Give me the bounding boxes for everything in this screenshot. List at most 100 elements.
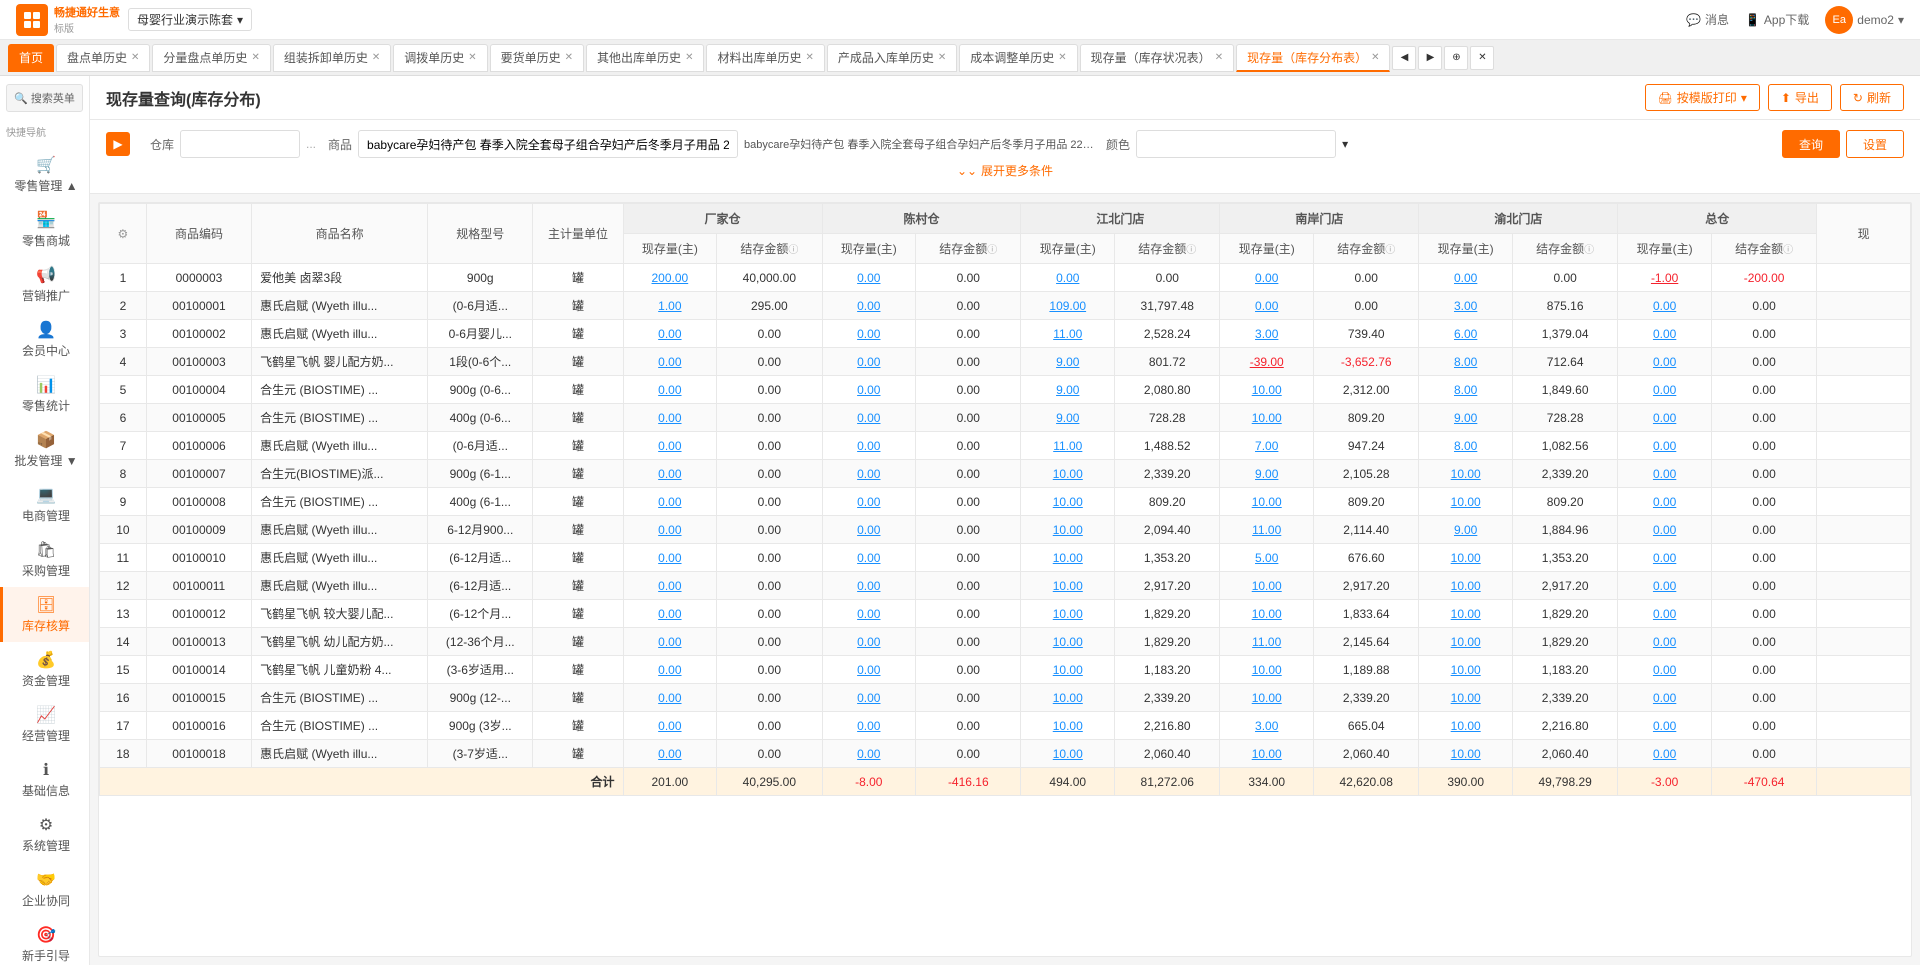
product-input[interactable] bbox=[358, 130, 738, 158]
tab-partial-check[interactable]: 分量盘点单历史 ✕ bbox=[152, 44, 270, 72]
tab-inventory-check[interactable]: 盘点单历史 ✕ bbox=[56, 44, 150, 72]
color-input[interactable] bbox=[1136, 130, 1336, 158]
tab-material-out[interactable]: 材料出库单历史 ✕ bbox=[706, 44, 824, 72]
setting-button[interactable]: 设置 bbox=[1846, 130, 1904, 158]
tab-close-all-button[interactable]: ✕ bbox=[1470, 46, 1494, 70]
name-cell: 合生元 (BIOSTIME) ... bbox=[252, 712, 428, 740]
sidebar-item-basics[interactable]: ℹ 基础信息 bbox=[0, 752, 89, 807]
na-stock-cell: -39.00 bbox=[1220, 348, 1314, 376]
s-stock-cell: 0.00 bbox=[822, 348, 916, 376]
print-button[interactable]: 🖨 按模版打印 ▾ bbox=[1645, 84, 1760, 111]
tab-prev-button[interactable]: ◀ bbox=[1392, 46, 1416, 70]
code-cell: 00100006 bbox=[146, 432, 251, 460]
color-filter: 颜色 ▾ bbox=[1106, 130, 1348, 158]
sidebar-item-ecommerce[interactable]: 💻 电商管理 bbox=[0, 477, 89, 532]
topbar-right: 💬 消息 📱 App下载 Ea demo2 ▾ bbox=[1686, 6, 1904, 34]
f-amount-cell: 295.00 bbox=[717, 292, 822, 320]
na-stock-cell: 0.00 bbox=[1220, 292, 1314, 320]
name-cell: 惠氏启赋 (Wyeth illu... bbox=[252, 320, 428, 348]
warehouse-input[interactable] bbox=[180, 130, 300, 158]
retail-icon: 🛒 bbox=[3, 155, 89, 175]
yb-stock-cell: 10.00 bbox=[1419, 600, 1513, 628]
s-amount-cell: 0.00 bbox=[916, 432, 1021, 460]
tab-next-button[interactable]: ▶ bbox=[1418, 46, 1442, 70]
tab-close-icon[interactable]: ✕ bbox=[468, 52, 476, 63]
query-button[interactable]: 查询 bbox=[1782, 130, 1840, 158]
tab-assembly[interactable]: 组装拆卸单历史 ✕ bbox=[273, 44, 391, 72]
tab-close-icon[interactable]: ✕ bbox=[1371, 52, 1379, 63]
tab-close-icon[interactable]: ✕ bbox=[565, 52, 573, 63]
refresh-button[interactable]: ↻ 刷新 bbox=[1840, 84, 1904, 111]
summary-t-amount: -470.64 bbox=[1711, 768, 1816, 796]
table-row: 1 0000003 爱他美 卤翠3段 900g 罐 200.00 40,000.… bbox=[100, 264, 1911, 292]
tab-stock-distribution[interactable]: 现存量（库存分布表） ✕ bbox=[1236, 44, 1390, 72]
user-menu[interactable]: Ea demo2 ▾ bbox=[1825, 6, 1904, 34]
tab-cost-adjust[interactable]: 成本调整单历史 ✕ bbox=[959, 44, 1077, 72]
tab-close-icon[interactable]: ✕ bbox=[1058, 52, 1066, 63]
settings-icon[interactable]: ⚙ bbox=[118, 227, 129, 241]
sidebar-item-retail-stats[interactable]: 📊 零售统计 bbox=[0, 367, 89, 422]
tab-stock-status[interactable]: 现存量（库存状况表） ✕ bbox=[1080, 44, 1234, 72]
message-button[interactable]: 💬 消息 bbox=[1686, 11, 1729, 28]
tab-requisition[interactable]: 要货单历史 ✕ bbox=[490, 44, 584, 72]
sidebar-item-operations[interactable]: 📈 经营管理 bbox=[0, 697, 89, 752]
tab-close-icon[interactable]: ✕ bbox=[251, 52, 259, 63]
info-icon: ⓘ bbox=[1385, 245, 1395, 256]
sidebar-item-purchase[interactable]: 🛍 采购管理 bbox=[0, 532, 89, 587]
seq-cell: 1 bbox=[100, 264, 147, 292]
seq-cell: 16 bbox=[100, 684, 147, 712]
search-button[interactable]: 🔍 搜索英单 bbox=[6, 84, 83, 112]
f-stock-cell: 0.00 bbox=[623, 460, 717, 488]
tab-home[interactable]: 首页 bbox=[8, 44, 54, 72]
tab-more-button[interactable]: ⊕ bbox=[1444, 46, 1468, 70]
avatar: Ea bbox=[1825, 6, 1853, 34]
s-amount-cell: 0.00 bbox=[916, 628, 1021, 656]
sidebar-item-retail[interactable]: 🛒 零售管理 ▲ bbox=[0, 147, 89, 202]
sidebar-item-wholesale[interactable]: 📦 批发管理 ▼ bbox=[0, 422, 89, 477]
code-cell: 00100005 bbox=[146, 404, 251, 432]
filter-expand-btn[interactable]: ▶ bbox=[106, 132, 130, 156]
code-cell: 00100004 bbox=[146, 376, 251, 404]
tab-transfer[interactable]: 调拨单历史 ✕ bbox=[393, 44, 487, 72]
table-row: 18 00100018 惠氏启赋 (Wyeth illu... (3-7岁适..… bbox=[100, 740, 1911, 768]
th-yb-amount: 结存金额ⓘ bbox=[1512, 234, 1617, 264]
sidebar-item-members[interactable]: 👤 会员中心 bbox=[0, 312, 89, 367]
sidebar-item-guide[interactable]: 🎯 新手引导 bbox=[0, 917, 89, 965]
chevron-down-icon: ⌄⌄ bbox=[957, 164, 977, 178]
app-download-button[interactable]: 📱 App下载 bbox=[1745, 11, 1809, 28]
page-title: 现存量查询(库存分布) bbox=[106, 86, 261, 110]
spec-cell: 900g (12-... bbox=[428, 684, 533, 712]
spec-cell: (12-36个月... bbox=[428, 628, 533, 656]
sidebar-item-shop[interactable]: 🏪 零售商城 bbox=[0, 202, 89, 257]
f-amount-cell: 0.00 bbox=[717, 376, 822, 404]
s-amount-cell: 0.00 bbox=[916, 712, 1021, 740]
warehouse-label: 仓库 bbox=[150, 136, 174, 153]
tab-close-icon[interactable]: ✕ bbox=[131, 52, 139, 63]
seq-cell: 4 bbox=[100, 348, 147, 376]
tab-other-out[interactable]: 其他出库单历史 ✕ bbox=[586, 44, 704, 72]
th-na-amount: 结存金额ⓘ bbox=[1314, 234, 1419, 264]
tab-close-icon[interactable]: ✕ bbox=[685, 52, 693, 63]
jb-stock-cell: 9.00 bbox=[1021, 348, 1115, 376]
industry-selector[interactable]: 母婴行业演示陈套 ▾ bbox=[128, 8, 252, 31]
na-amount-cell: 665.04 bbox=[1314, 712, 1419, 740]
sidebar-item-collab[interactable]: 🤝 企业协同 bbox=[0, 862, 89, 917]
export-button[interactable]: ⬆ 导出 bbox=[1768, 84, 1832, 111]
expand-button[interactable]: ⌄⌄ 展开更多条件 bbox=[957, 162, 1053, 179]
sidebar-item-marketing[interactable]: 📢 营销推广 bbox=[0, 257, 89, 312]
yb-stock-cell: 10.00 bbox=[1419, 628, 1513, 656]
logo-area: 畅捷通好生意 标版 bbox=[16, 4, 120, 36]
tab-finished-in[interactable]: 产成品入库单历史 ✕ bbox=[827, 44, 957, 72]
yb-amount-cell: 2,216.80 bbox=[1512, 712, 1617, 740]
sidebar-item-system[interactable]: ⚙ 系统管理 bbox=[0, 807, 89, 862]
sidebar-item-inventory[interactable]: 🗄 库存核算 bbox=[0, 587, 89, 642]
tab-close-icon[interactable]: ✕ bbox=[1215, 52, 1223, 63]
table-container[interactable]: ⚙ 商品编码 商品名称 规格型号 主计量单位 厂家仓 陈村仓 江北门店 南岸门店… bbox=[98, 202, 1912, 957]
spec-cell: 900g (0-6... bbox=[428, 376, 533, 404]
f-stock-cell: 0.00 bbox=[623, 684, 717, 712]
sidebar-item-finance[interactable]: 💰 资金管理 bbox=[0, 642, 89, 697]
tab-close-icon[interactable]: ✕ bbox=[938, 52, 946, 63]
info-icon: ⓘ bbox=[1783, 245, 1793, 256]
tab-close-icon[interactable]: ✕ bbox=[372, 52, 380, 63]
tab-close-icon[interactable]: ✕ bbox=[805, 52, 813, 63]
